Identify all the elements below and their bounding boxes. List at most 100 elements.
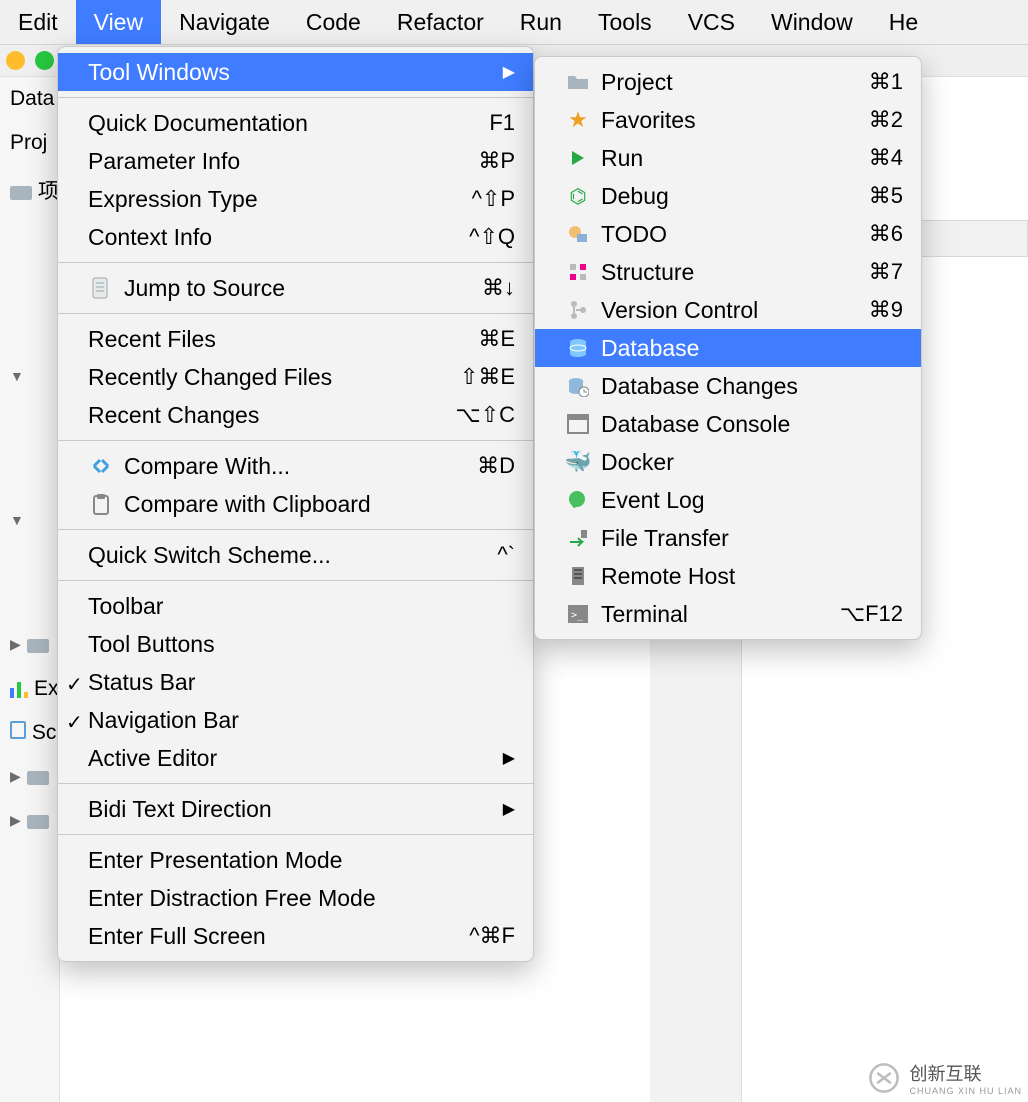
view-menu-item-compare-with-clipboard[interactable]: Compare with Clipboard bbox=[58, 485, 533, 523]
sidebar-project-tab[interactable]: Proj bbox=[0, 121, 59, 165]
menu-item-label: Active Editor bbox=[88, 745, 217, 772]
shortcut-label: ⌘1 bbox=[839, 69, 903, 95]
chevron-right-icon: ▶ bbox=[10, 636, 21, 653]
watermark: 创新互联 CHUANG XIN HU LIAN bbox=[867, 1060, 1022, 1096]
traffic-zoom-icon[interactable] bbox=[35, 51, 54, 70]
menu-item-label: Project bbox=[601, 69, 673, 96]
menu-help[interactable]: He bbox=[871, 0, 936, 44]
menu-navigate[interactable]: Navigate bbox=[161, 0, 288, 44]
tool-window-item-remote-host[interactable]: Remote Host bbox=[535, 557, 921, 595]
menu-separator bbox=[58, 262, 533, 263]
view-menu-item-recent-files[interactable]: Recent Files⌘E bbox=[58, 320, 533, 358]
view-menu-item-tool-buttons[interactable]: Tool Buttons bbox=[58, 625, 533, 663]
tool-window-item-file-transfer[interactable]: File Transfer bbox=[535, 519, 921, 557]
tool-window-item-terminal[interactable]: >_Terminal⌥F12 bbox=[535, 595, 921, 633]
menu-item-label: Parameter Info bbox=[88, 148, 240, 175]
sidebar-data-tab[interactable]: Data bbox=[0, 77, 59, 121]
menu-item-label: Recently Changed Files bbox=[88, 364, 332, 391]
structure-icon bbox=[565, 259, 591, 285]
chart-icon bbox=[10, 680, 28, 698]
menu-separator bbox=[58, 834, 533, 835]
menu-code[interactable]: Code bbox=[288, 0, 379, 44]
clipboard-icon bbox=[88, 491, 114, 517]
tool-window-item-version-control[interactable]: Version Control⌘9 bbox=[535, 291, 921, 329]
view-menu-item-recently-changed-files[interactable]: Recently Changed Files⇧⌘E bbox=[58, 358, 533, 396]
menu-item-label: Tool Windows bbox=[88, 59, 230, 86]
view-menu-item-context-info[interactable]: Context Info^⇧Q bbox=[58, 218, 533, 256]
tool-window-item-run[interactable]: Run⌘4 bbox=[535, 139, 921, 177]
tool-window-item-docker[interactable]: 🐳Docker bbox=[535, 443, 921, 481]
folder-icon bbox=[27, 771, 49, 785]
shortcut-label: ^` bbox=[467, 542, 515, 568]
view-menu-item-toolbar[interactable]: Toolbar bbox=[58, 587, 533, 625]
view-menu-item-compare-with[interactable]: Compare With...⌘D bbox=[58, 447, 533, 485]
chevron-right-icon: ▶ bbox=[10, 812, 21, 829]
view-menu-item-tool-windows[interactable]: Tool Windows ▶ bbox=[58, 53, 533, 91]
tree-expand-4[interactable]: ▶ bbox=[0, 755, 59, 799]
menu-separator bbox=[58, 440, 533, 441]
menu-item-label: Debug bbox=[601, 183, 669, 210]
shortcut-label: ⌘P bbox=[448, 148, 515, 174]
transfer-icon bbox=[565, 525, 591, 551]
shortcut-label: ⌘↓ bbox=[452, 275, 515, 301]
compare-icon bbox=[88, 453, 114, 479]
menubar: Edit View Navigate Code Refactor Run Too… bbox=[0, 0, 1028, 45]
traffic-minimize-icon[interactable] bbox=[6, 51, 25, 70]
menu-separator bbox=[58, 97, 533, 98]
tool-window-item-project[interactable]: Project ⌘1 bbox=[535, 63, 921, 101]
shortcut-label: ⌘E bbox=[448, 326, 515, 352]
tree-expand-3[interactable]: ▶ bbox=[0, 623, 59, 667]
tool-window-item-structure[interactable]: Structure⌘7 bbox=[535, 253, 921, 291]
view-menu-item-recent-changes[interactable]: Recent Changes⌥⇧C bbox=[58, 396, 533, 434]
view-menu-item-navigation-bar[interactable]: ✓Navigation Bar bbox=[58, 701, 533, 739]
console-icon bbox=[565, 411, 591, 437]
tree-expand-1[interactable]: ▼ bbox=[0, 355, 59, 399]
menu-vcs[interactable]: VCS bbox=[670, 0, 753, 44]
tool-window-item-database[interactable]: Database bbox=[535, 329, 921, 367]
view-menu-item-expression-type[interactable]: Expression Type^⇧P bbox=[58, 180, 533, 218]
view-menu-item-parameter-info[interactable]: Parameter Info ⌘P bbox=[58, 142, 533, 180]
view-menu-item-status-bar[interactable]: ✓Status Bar bbox=[58, 663, 533, 701]
menu-refactor[interactable]: Refactor bbox=[379, 0, 502, 44]
tool-window-item-debug[interactable]: ⌬Debug⌘5 bbox=[535, 177, 921, 215]
view-menu-item-enter-full-screen[interactable]: Enter Full Screen^⌘F bbox=[58, 917, 533, 955]
menu-item-label: TODO bbox=[601, 221, 667, 248]
tree-expand-2[interactable]: ▼ bbox=[0, 499, 59, 543]
menu-window[interactable]: Window bbox=[753, 0, 871, 44]
menu-separator bbox=[58, 529, 533, 530]
tool-window-item-event-log[interactable]: Event Log bbox=[535, 481, 921, 519]
menu-tools[interactable]: Tools bbox=[580, 0, 670, 44]
menu-separator bbox=[58, 313, 533, 314]
view-menu-item-enter-distraction-free-mode[interactable]: Enter Distraction Free Mode bbox=[58, 879, 533, 917]
shortcut-label: ^⇧P bbox=[442, 186, 515, 212]
tool-window-item-favorites[interactable]: ★Favorites⌘2 bbox=[535, 101, 921, 139]
menu-item-label: Recent Changes bbox=[88, 402, 259, 429]
view-menu-item-active-editor[interactable]: Active Editor ▶ bbox=[58, 739, 533, 777]
menu-run[interactable]: Run bbox=[502, 0, 580, 44]
menu-edit[interactable]: Edit bbox=[0, 0, 76, 44]
tool-window-item-database-changes[interactable]: Database Changes bbox=[535, 367, 921, 405]
menu-item-label: Compare With... bbox=[124, 453, 290, 480]
menu-view[interactable]: View bbox=[76, 0, 161, 44]
page-icon bbox=[88, 275, 114, 301]
submenu-arrow-icon: ▶ bbox=[503, 62, 515, 82]
menu-item-label: Terminal bbox=[601, 601, 688, 628]
submenu-arrow-icon: ▶ bbox=[503, 748, 515, 768]
view-menu-item-bidi-text-direction[interactable]: Bidi Text Direction▶ bbox=[58, 790, 533, 828]
menu-item-label: Structure bbox=[601, 259, 694, 286]
view-menu-item-quick-switch-scheme[interactable]: Quick Switch Scheme...^` bbox=[58, 536, 533, 574]
bubble-icon bbox=[565, 487, 591, 513]
menu-item-label: Database Changes bbox=[601, 373, 798, 400]
tool-window-item-todo[interactable]: TODO⌘6 bbox=[535, 215, 921, 253]
sidebar-item-sc[interactable]: Sc bbox=[0, 711, 59, 755]
sidebar-item-root[interactable]: 项 bbox=[0, 165, 59, 215]
tree-expand-5[interactable]: ▶ bbox=[0, 799, 59, 843]
menu-item-label: Database Console bbox=[601, 411, 790, 438]
view-menu-item-enter-presentation-mode[interactable]: Enter Presentation Mode bbox=[58, 841, 533, 879]
terminal-icon: >_ bbox=[565, 601, 591, 627]
view-menu-item-jump-to-source[interactable]: Jump to Source⌘↓ bbox=[58, 269, 533, 307]
tool-window-item-database-console[interactable]: Database Console bbox=[535, 405, 921, 443]
view-menu-item-quick-documentation[interactable]: Quick DocumentationF1 bbox=[58, 104, 533, 142]
chevron-down-icon: ▼ bbox=[10, 512, 24, 528]
sidebar-item-ex[interactable]: Ex bbox=[0, 667, 59, 711]
